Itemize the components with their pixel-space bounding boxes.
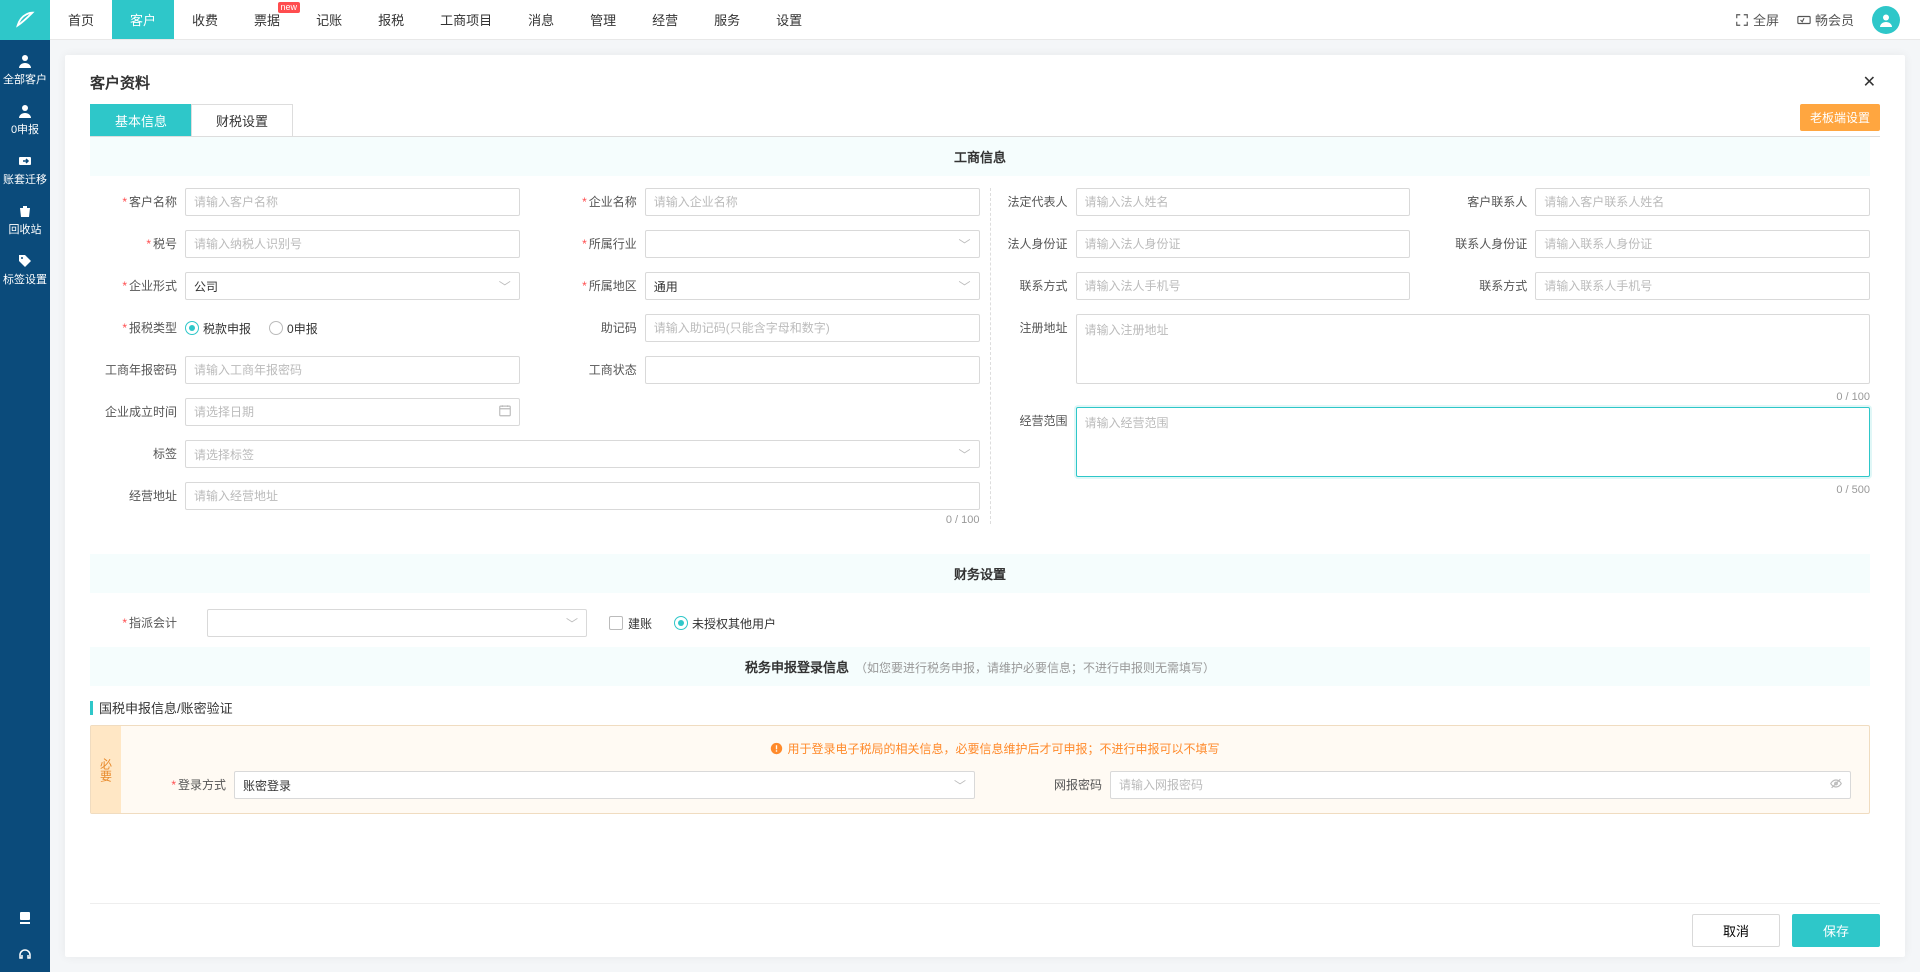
headset-icon <box>17 946 33 962</box>
legal-rep-input[interactable] <box>1076 188 1411 216</box>
member-button[interactable]: 畅会员 <box>1797 10 1854 29</box>
chevron-down-icon: ﹀ <box>566 615 578 632</box>
biz-addr-char-count: 0 / 100 <box>946 514 980 526</box>
section-finance: 财务设置 <box>90 554 1870 593</box>
migrate-icon <box>17 153 33 169</box>
save-button[interactable]: 保存 <box>1792 914 1880 947</box>
assign-accountant-select[interactable]: ﹀ <box>207 609 587 637</box>
tax-number-input[interactable] <box>185 230 520 258</box>
left-sidebar: 全部客户 0申报 账套迁移 回收站 标签设置 <box>0 40 50 972</box>
brand-logo[interactable] <box>0 0 50 40</box>
nav-settings[interactable]: 设置 <box>758 0 820 39</box>
web-password-input[interactable] <box>1110 771 1851 799</box>
legal-id-input[interactable] <box>1076 230 1411 258</box>
download-icon <box>17 910 33 926</box>
fullscreen-button[interactable]: 全屏 <box>1735 10 1779 29</box>
legal-phone-input[interactable] <box>1076 272 1411 300</box>
biz-scope-char-count: 0 / 500 <box>1836 484 1870 496</box>
seg-accent-bar <box>90 701 93 715</box>
login-method-select[interactable]: 账密登录﹀ <box>234 771 975 799</box>
tab-basic-info[interactable]: 基本信息 <box>90 104 192 136</box>
nav-taxreport[interactable]: 报税 <box>360 0 422 39</box>
nav-bizproject[interactable]: 工商项目 <box>422 0 510 39</box>
chevron-down-icon: ﹀ <box>958 446 970 463</box>
tax-warn-line: 用于登录电子税局的相关信息，必要信息维护后才可申报；不进行申报可以不填写 <box>139 736 1851 771</box>
form-scroll-body[interactable]: 工商信息 *客户名称 *企业名称 <box>90 137 1880 903</box>
nav-items: 首页 客户 收费 票据new 记账 报税 工商项目 消息 管理 经营 服务 设置 <box>50 0 820 39</box>
cancel-button[interactable]: 取消 <box>1692 914 1780 947</box>
fullscreen-icon <box>1735 13 1749 27</box>
tab-tax-settings[interactable]: 财税设置 <box>191 104 293 136</box>
tax-card-required-label: 必要 <box>91 726 121 813</box>
sidebar-support[interactable] <box>0 936 50 972</box>
main-area: 客户资料 ✕ 基本信息 财税设置 老板端设置 工商信息 *客户名称 <box>50 40 1920 972</box>
sidebar-download[interactable] <box>0 900 50 936</box>
modal-footer: 取消 保存 <box>90 903 1880 947</box>
sidebar-all-customers[interactable]: 全部客户 <box>0 45 50 95</box>
boss-settings-button[interactable]: 老板端设置 <box>1800 104 1880 131</box>
calendar-icon <box>498 404 512 421</box>
region-select[interactable]: 通用﹀ <box>645 272 980 300</box>
tax-type-zero-radio[interactable]: 0申报 <box>269 320 318 337</box>
tag-icon <box>17 253 33 269</box>
modal-title: 客户资料 <box>90 72 150 93</box>
section-biz-info: 工商信息 <box>90 137 1870 176</box>
chevron-down-icon: ﹀ <box>499 278 511 295</box>
customer-contact-input[interactable] <box>1535 188 1870 216</box>
biz-status-select[interactable] <box>645 356 980 384</box>
tags-select[interactable]: 请选择标签﹀ <box>185 440 980 468</box>
company-form-select[interactable]: 公司﹀ <box>185 272 520 300</box>
nav-service[interactable]: 服务 <box>696 0 758 39</box>
zero-icon <box>17 103 33 119</box>
annual-report-password-input[interactable] <box>185 356 520 384</box>
contact-id-input[interactable] <box>1535 230 1870 258</box>
sidebar-account-migrate[interactable]: 账套迁移 <box>0 145 50 195</box>
nav-new-badge: new <box>278 2 301 13</box>
top-right: 全屏 畅会员 <box>1735 6 1920 34</box>
customer-name-input[interactable] <box>185 188 520 216</box>
mnemonic-input[interactable] <box>645 314 980 342</box>
reg-addr-char-count: 0 / 100 <box>1836 391 1870 403</box>
customer-modal: 客户资料 ✕ 基本信息 财税设置 老板端设置 工商信息 *客户名称 <box>65 55 1905 957</box>
sidebar-tag-settings[interactable]: 标签设置 <box>0 245 50 295</box>
chevron-down-icon: ﹀ <box>954 777 966 794</box>
tax-login-card: 必要 用于登录电子税局的相关信息，必要信息维护后才可申报；不进行申报可以不填写 … <box>90 725 1870 814</box>
nav-home[interactable]: 首页 <box>50 0 112 39</box>
nav-message[interactable]: 消息 <box>510 0 572 39</box>
trash-icon <box>17 203 33 219</box>
chevron-down-icon: ﹀ <box>958 278 970 295</box>
warning-icon <box>770 742 783 755</box>
founded-date-input[interactable] <box>185 398 520 426</box>
seg-title: 国税申报信息/账密验证 <box>99 698 233 717</box>
registered-address-textarea[interactable] <box>1076 314 1871 384</box>
no-auth-radio[interactable]: 未授权其他用户 <box>674 615 776 632</box>
nav-operate[interactable]: 经营 <box>634 0 696 39</box>
close-button[interactable]: ✕ <box>1859 70 1880 94</box>
business-scope-textarea[interactable] <box>1076 407 1871 477</box>
member-icon <box>1797 13 1811 27</box>
contact-phone-input[interactable] <box>1535 272 1870 300</box>
user-avatar[interactable] <box>1872 6 1900 34</box>
sidebar-recycle[interactable]: 回收站 <box>0 195 50 245</box>
sidebar-zero-report[interactable]: 0申报 <box>0 95 50 145</box>
business-address-input[interactable] <box>185 482 980 510</box>
users-icon <box>17 53 33 69</box>
nav-customer[interactable]: 客户 <box>112 0 174 39</box>
top-nav: 首页 客户 收费 票据new 记账 报税 工商项目 消息 管理 经营 服务 设置… <box>0 0 1920 40</box>
nav-manage[interactable]: 管理 <box>572 0 634 39</box>
chevron-down-icon: ﹀ <box>958 236 970 253</box>
industry-select[interactable]: ﹀ <box>645 230 980 258</box>
nav-charge[interactable]: 收费 <box>174 0 236 39</box>
nav-ticket[interactable]: 票据new <box>236 0 298 39</box>
company-name-input[interactable] <box>645 188 980 216</box>
user-icon <box>1878 12 1894 28</box>
eye-off-icon[interactable] <box>1829 777 1843 794</box>
nav-bookkeeping[interactable]: 记账 <box>298 0 360 39</box>
create-book-checkbox[interactable]: 建账 <box>609 615 652 632</box>
section-tax-login: 税务申报登录信息（如您要进行税务申报，请维护必要信息；不进行申报则无需填写） <box>90 647 1870 686</box>
tax-type-shenbao-radio[interactable]: 税款申报 <box>185 320 251 337</box>
